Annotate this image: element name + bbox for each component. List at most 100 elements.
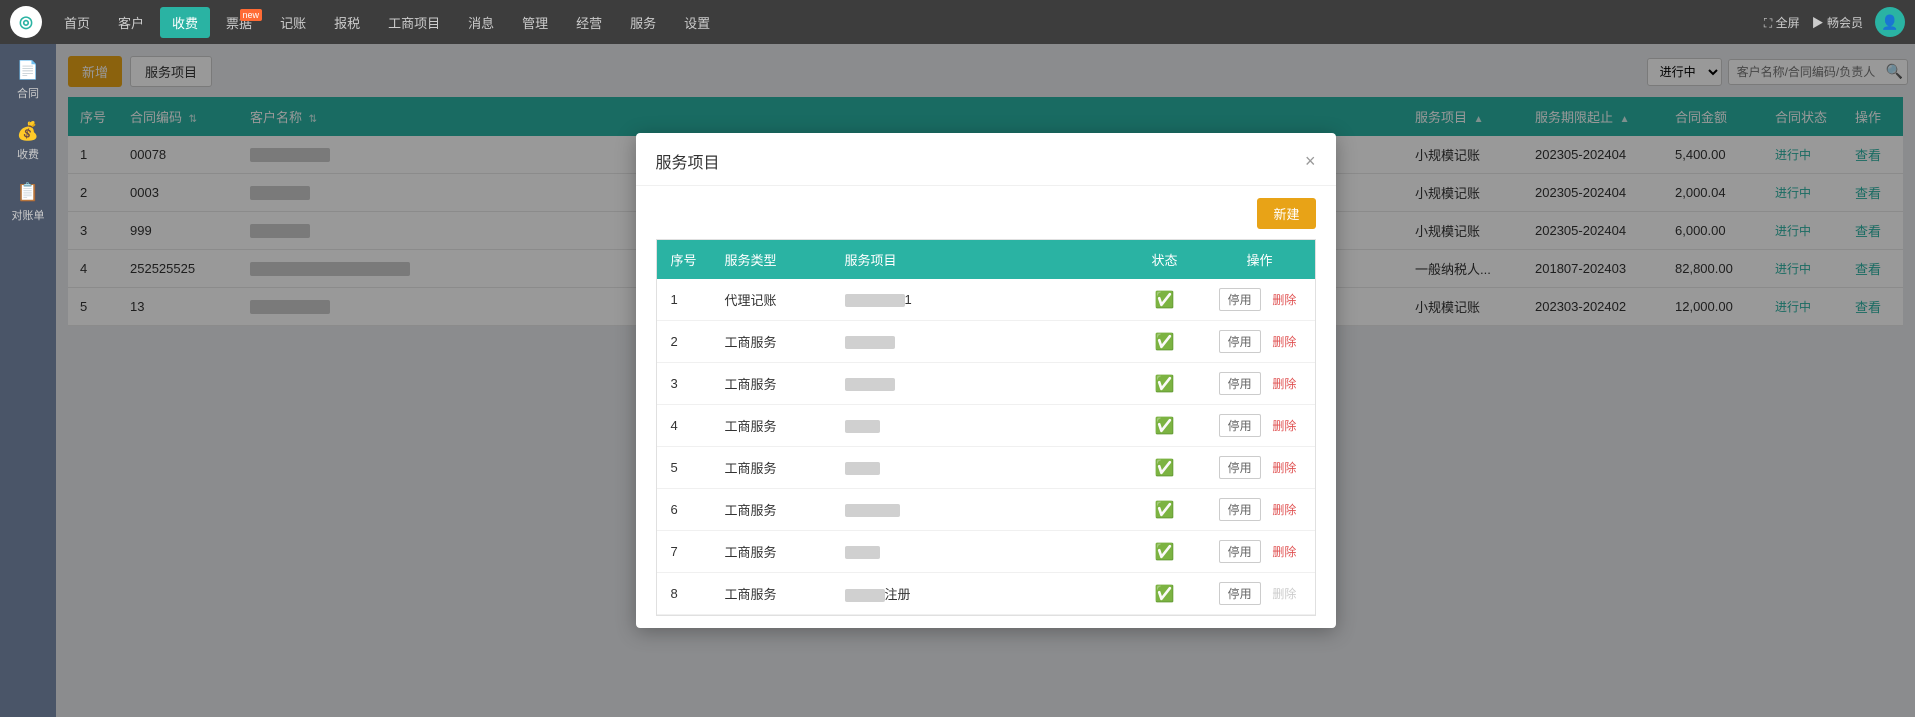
- stop-button[interactable]: 停用: [1219, 288, 1261, 311]
- modal-table-header: 序号 服务类型 服务项目 状态 操作: [657, 240, 1315, 279]
- modal-title: 服务项目: [656, 149, 720, 173]
- delete-button[interactable]: 删除: [1268, 373, 1300, 394]
- status-check-icon: ✅: [1155, 502, 1175, 519]
- modal-cell-status: ✅: [1125, 405, 1205, 447]
- modal-cell-status: ✅: [1125, 489, 1205, 531]
- modal-col-item: 服务项目: [831, 240, 1125, 279]
- modal-table-row: 6 工商服务 ✅ 停用 删除: [657, 489, 1315, 531]
- stop-button[interactable]: 停用: [1219, 456, 1261, 479]
- nav-client[interactable]: 客户: [106, 7, 156, 38]
- stop-button[interactable]: 停用: [1219, 582, 1261, 605]
- service-items-table: 序号 服务类型 服务项目 状态 操作 1: [657, 240, 1315, 615]
- modal-new-button[interactable]: 新建: [1257, 198, 1315, 229]
- modal-close-button[interactable]: ×: [1305, 152, 1316, 170]
- statement-icon: 📋: [17, 182, 39, 203]
- delete-button[interactable]: 删除: [1268, 415, 1300, 436]
- modal-cell-action: 停用 删除: [1205, 405, 1315, 447]
- delete-button[interactable]: 删除: [1268, 583, 1300, 604]
- logo-icon: ◎: [19, 12, 33, 32]
- modal-cell-type: 工商服务: [711, 489, 831, 531]
- nav-message[interactable]: 消息: [456, 7, 506, 38]
- modal-header: 服务项目 ×: [636, 133, 1336, 186]
- top-navigation: ◎ 首页 客户 收费 票据 new 记账 报税 工商项目 消息 管理 经营 服务…: [0, 0, 1915, 44]
- modal-cell-seq: 4: [657, 405, 711, 447]
- delete-button[interactable]: 删除: [1268, 499, 1300, 520]
- stop-button[interactable]: 停用: [1219, 372, 1261, 395]
- modal-cell-action: 停用 删除: [1205, 573, 1315, 615]
- modal-cell-item: [831, 405, 1125, 447]
- modal-cell-item: 1: [831, 279, 1125, 321]
- nav-tax[interactable]: 报税: [322, 7, 372, 38]
- modal-cell-action: 停用 删除: [1205, 279, 1315, 321]
- sidebar-item-contract[interactable]: 📄 合同: [4, 52, 52, 109]
- avatar[interactable]: 👤: [1875, 7, 1905, 37]
- sidebar-label-statement: 对账单: [12, 207, 45, 223]
- modal-cell-status: ✅: [1125, 321, 1205, 363]
- modal-table-row: 5 工商服务 ✅ 停用 删除: [657, 447, 1315, 489]
- modal-table-row: 4 工商服务 ✅ 停用 删除: [657, 405, 1315, 447]
- nav-service[interactable]: 服务: [618, 7, 668, 38]
- modal-cell-type: 代理记账: [711, 279, 831, 321]
- contract-icon: 📄: [17, 60, 39, 81]
- main-layout: 📄 合同 💰 收费 📋 对账单 新增 服务项目 进行中 已完成 已终止: [0, 44, 1915, 717]
- modal-cell-seq: 8: [657, 573, 711, 615]
- modal-table-row: 7 工商服务 ✅ 停用 删除: [657, 531, 1315, 573]
- stop-button[interactable]: 停用: [1219, 330, 1261, 353]
- modal-overlay: 服务项目 × 新建 序号 服务类型 服务项目: [56, 44, 1915, 717]
- nav-settings[interactable]: 设置: [672, 7, 722, 38]
- status-check-icon: ✅: [1155, 460, 1175, 477]
- modal-cell-item: 注册: [831, 573, 1125, 615]
- delete-button[interactable]: 删除: [1268, 331, 1300, 352]
- fee-icon: 💰: [17, 121, 39, 142]
- sidebar: 📄 合同 💰 收费 📋 对账单: [0, 44, 56, 717]
- modal-cell-item: [831, 531, 1125, 573]
- modal-body: 新建 序号 服务类型 服务项目 状态 操作: [636, 186, 1336, 628]
- member-btn[interactable]: ▶ 畅会员: [1812, 14, 1863, 31]
- modal-cell-seq: 3: [657, 363, 711, 405]
- nav-fee[interactable]: 收费: [160, 7, 210, 38]
- modal-cell-item: [831, 363, 1125, 405]
- modal-table-row: 3 工商服务 ✅ 停用 删除: [657, 363, 1315, 405]
- sidebar-label-contract: 合同: [17, 85, 39, 101]
- modal-cell-seq: 7: [657, 531, 711, 573]
- stop-button[interactable]: 停用: [1219, 498, 1261, 521]
- delete-button[interactable]: 删除: [1268, 541, 1300, 562]
- modal-cell-seq: 1: [657, 279, 711, 321]
- modal-cell-action: 停用 删除: [1205, 447, 1315, 489]
- new-badge: new: [240, 9, 263, 21]
- nav-bookkeeping[interactable]: 记账: [268, 7, 318, 38]
- modal-cell-type: 工商服务: [711, 321, 831, 363]
- status-check-icon: ✅: [1155, 544, 1175, 561]
- modal-cell-seq: 6: [657, 489, 711, 531]
- modal-cell-item: [831, 489, 1125, 531]
- sidebar-item-fee[interactable]: 💰 收费: [4, 113, 52, 170]
- modal-col-type: 服务类型: [711, 240, 831, 279]
- status-check-icon: ✅: [1155, 334, 1175, 351]
- modal-table-row: 8 工商服务 注册 ✅ 停用 删除: [657, 573, 1315, 615]
- modal-table-wrap[interactable]: 序号 服务类型 服务项目 状态 操作 1: [656, 239, 1316, 616]
- delete-button[interactable]: 删除: [1268, 457, 1300, 478]
- stop-button[interactable]: 停用: [1219, 540, 1261, 563]
- modal-cell-status: ✅: [1125, 447, 1205, 489]
- modal-cell-item: [831, 447, 1125, 489]
- modal-cell-type: 工商服务: [711, 447, 831, 489]
- nav-menu: 首页 客户 收费 票据 new 记账 报税 工商项目 消息 管理 经营 服务 设…: [52, 7, 1764, 38]
- nav-home[interactable]: 首页: [52, 7, 102, 38]
- modal-cell-seq: 5: [657, 447, 711, 489]
- modal-cell-type: 工商服务: [711, 573, 831, 615]
- status-check-icon: ✅: [1155, 586, 1175, 603]
- modal-cell-status: ✅: [1125, 363, 1205, 405]
- nav-invoice[interactable]: 票据 new: [214, 7, 264, 38]
- modal-cell-status: ✅: [1125, 573, 1205, 615]
- nav-business[interactable]: 工商项目: [376, 7, 452, 38]
- fullscreen-btn[interactable]: ⛶ 全屏: [1764, 14, 1800, 31]
- sidebar-item-statement[interactable]: 📋 对账单: [4, 174, 52, 231]
- delete-button[interactable]: 删除: [1268, 289, 1300, 310]
- nav-operation[interactable]: 经营: [564, 7, 614, 38]
- modal-table-row: 2 工商服务 ✅ 停用 删除: [657, 321, 1315, 363]
- nav-manage[interactable]: 管理: [510, 7, 560, 38]
- stop-button[interactable]: 停用: [1219, 414, 1261, 437]
- status-check-icon: ✅: [1155, 418, 1175, 435]
- modal-col-status: 状态: [1125, 240, 1205, 279]
- modal-cell-item: [831, 321, 1125, 363]
